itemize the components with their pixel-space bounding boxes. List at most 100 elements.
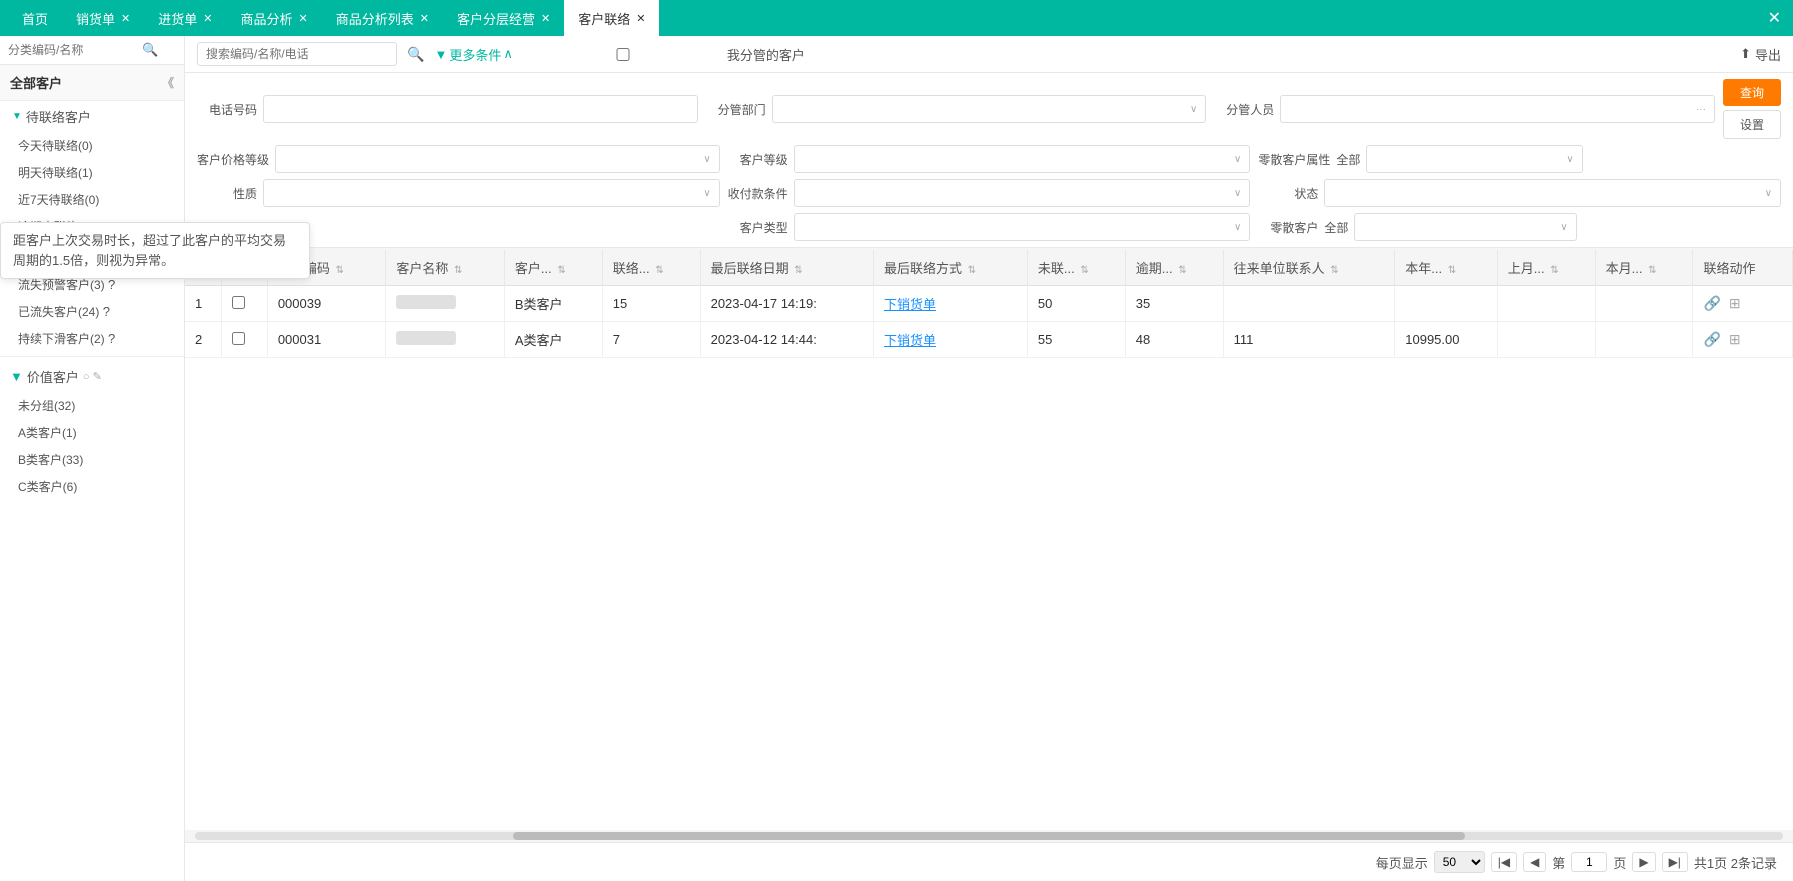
row2-checkbox[interactable] bbox=[221, 322, 267, 358]
sidebar-search-input[interactable] bbox=[8, 43, 138, 57]
all-customers-label: 全部客户 bbox=[10, 73, 62, 92]
row2-link-icon[interactable]: 🔗 bbox=[1703, 331, 1720, 348]
page-input[interactable] bbox=[1571, 852, 1607, 872]
my-customers-checkbox[interactable] bbox=[523, 48, 723, 61]
sidebar-search-icon[interactable]: 🔍 bbox=[142, 42, 158, 58]
customer-level-label: 客户等级 bbox=[728, 151, 788, 168]
sort-this-month[interactable]: ⇅ bbox=[1648, 265, 1656, 276]
search-button[interactable]: 🔍 bbox=[407, 46, 424, 63]
payment-select[interactable]: ∨ bbox=[794, 179, 1251, 207]
close-purchase-tab[interactable]: ✕ bbox=[203, 12, 212, 25]
phone-field: 电话号码 bbox=[197, 95, 698, 123]
sidebar-item-tomorrow[interactable]: 明天待联络(1) bbox=[0, 159, 184, 186]
export-button[interactable]: ⬆ 导出 bbox=[1740, 45, 1781, 64]
row1-select[interactable] bbox=[232, 296, 245, 309]
sidebar-item-a-class[interactable]: A类客户(1) bbox=[0, 419, 184, 446]
gender-select[interactable]: ∨ bbox=[263, 179, 720, 207]
col-uncontact: 未联... ⇅ bbox=[1027, 250, 1125, 286]
sidebar-divider bbox=[0, 356, 184, 357]
row2-select[interactable] bbox=[232, 332, 245, 345]
sidebar-item-b-class[interactable]: B类客户(33) bbox=[0, 446, 184, 473]
sort-code[interactable]: ⇅ bbox=[335, 265, 343, 276]
my-customers-checkbox-area[interactable]: 我分管的客户 bbox=[523, 45, 805, 64]
nav-tab-sales[interactable]: 销货单 ✕ bbox=[62, 0, 144, 36]
col-actions: 联络动作 bbox=[1693, 250, 1793, 286]
sort-name[interactable]: ⇅ bbox=[454, 265, 462, 276]
pending-contact-group[interactable]: ▼ 待联络客户 bbox=[0, 101, 184, 132]
row1-link-icon[interactable]: 🔗 bbox=[1703, 295, 1720, 312]
sort-contacts[interactable]: ⇅ bbox=[1330, 265, 1338, 276]
sidebar-item-7days[interactable]: 近7天待联络(0) bbox=[0, 186, 184, 213]
close-customer-contact-tab[interactable]: ✕ bbox=[636, 12, 645, 25]
row2-code: 000031 bbox=[267, 322, 386, 358]
sort-type[interactable]: ⇅ bbox=[557, 265, 565, 276]
close-all-tabs[interactable]: ✕ bbox=[1768, 8, 1781, 28]
sort-overdue[interactable]: ⇅ bbox=[1178, 265, 1186, 276]
last-page-btn[interactable]: ▶| bbox=[1662, 852, 1688, 872]
first-page-btn[interactable]: |◀ bbox=[1491, 852, 1517, 872]
customer-level-select[interactable]: ∨ bbox=[794, 145, 1251, 173]
row1-code: 000039 bbox=[267, 286, 386, 322]
sort-last-month[interactable]: ⇅ bbox=[1550, 265, 1558, 276]
nav-tab-customer-tier[interactable]: 客户分层经营 ✕ bbox=[443, 0, 564, 36]
row1-checkbox[interactable] bbox=[221, 286, 267, 322]
row2-grid-icon[interactable]: ⊞ bbox=[1729, 331, 1741, 348]
all-customers-title[interactable]: 全部客户 《 bbox=[0, 65, 184, 101]
search-input[interactable] bbox=[197, 42, 397, 66]
sort-year[interactable]: ⇅ bbox=[1448, 265, 1456, 276]
top-nav: 首页 销货单 ✕ 进货单 ✕ 商品分析 ✕ 商品分析列表 ✕ 客户分层经营 ✕ … bbox=[0, 0, 1793, 36]
sort-contact[interactable]: ⇅ bbox=[655, 265, 663, 276]
sort-date[interactable]: ⇅ bbox=[794, 265, 802, 276]
table-header-row: ⚙ 客户编码 ⇅ 客户名称 ⇅ 客户... ⇅ 联络... ⇅ 最后联络日期 ⇅… bbox=[185, 250, 1793, 286]
pagination-bar: 每页显示 50 20 100 |◀ ◀ 第 页 ▶ ▶| 共1页 2条记录 bbox=[185, 842, 1793, 881]
value-customers-section[interactable]: ▼ 价值客户 ○ ✎ bbox=[0, 361, 184, 392]
close-product-list-tab[interactable]: ✕ bbox=[420, 12, 429, 25]
retail-customer-select[interactable]: ∨ bbox=[1354, 213, 1576, 241]
nav-tab-purchase[interactable]: 进货单 ✕ bbox=[144, 0, 226, 36]
row2-method-link[interactable]: 下销货单 bbox=[884, 333, 936, 348]
sidebar-item-declining[interactable]: 持续下滑客户(2) ? bbox=[0, 325, 184, 352]
page-unit: 页 bbox=[1613, 853, 1626, 872]
sort-uncontact[interactable]: ⇅ bbox=[1080, 265, 1088, 276]
nav-tab-product-list[interactable]: 商品分析列表 ✕ bbox=[322, 0, 443, 36]
sidebar-item-today[interactable]: 今天待联络(0) bbox=[0, 132, 184, 159]
status-select[interactable]: ∨ bbox=[1324, 179, 1781, 207]
query-button[interactable]: 查询 bbox=[1723, 79, 1781, 106]
retail-attr-select[interactable]: ∨ bbox=[1366, 145, 1582, 173]
row2-overdue: 48 bbox=[1125, 322, 1223, 358]
row1-method-link[interactable]: 下销货单 bbox=[884, 297, 936, 312]
chevron-icon: ∧ bbox=[503, 46, 513, 62]
settings-button[interactable]: 设置 bbox=[1723, 110, 1781, 139]
col-last-month: 上月... ⇅ bbox=[1497, 250, 1595, 286]
nav-tab-product-analysis[interactable]: 商品分析 ✕ bbox=[226, 0, 321, 36]
manager-select[interactable]: ··· bbox=[1280, 95, 1715, 123]
next-page-btn[interactable]: ▶ bbox=[1632, 852, 1655, 872]
sidebar-item-c-class[interactable]: C类客户(6) bbox=[0, 473, 184, 500]
close-customer-tier-tab[interactable]: ✕ bbox=[541, 12, 550, 25]
gender-chevron: ∨ bbox=[703, 188, 710, 199]
sidebar-item-ungrouped[interactable]: 未分组(32) bbox=[0, 392, 184, 419]
row1-last-method[interactable]: 下销货单 bbox=[873, 286, 1027, 322]
per-page-select[interactable]: 50 20 100 bbox=[1434, 851, 1485, 873]
dept-select[interactable]: ∨ bbox=[772, 95, 1207, 123]
horizontal-scrollbar[interactable] bbox=[185, 830, 1793, 842]
col-last-contact-method: 最后联络方式 ⇅ bbox=[873, 250, 1027, 286]
nav-tab-home[interactable]: 首页 bbox=[8, 0, 62, 36]
row2-last-method[interactable]: 下销货单 bbox=[873, 322, 1027, 358]
payment-chevron: ∨ bbox=[1234, 188, 1241, 199]
customer-type-select[interactable]: ∨ bbox=[794, 213, 1251, 241]
more-filters-button[interactable]: ▼ 更多条件 ∧ bbox=[434, 45, 512, 64]
prev-page-btn[interactable]: ◀ bbox=[1523, 852, 1546, 872]
edit-icon[interactable]: ○ ✎ bbox=[83, 370, 102, 383]
nav-tab-customer-contact[interactable]: 客户联络 ✕ bbox=[564, 0, 659, 36]
close-sales-tab[interactable]: ✕ bbox=[121, 12, 130, 25]
scrollbar-thumb[interactable] bbox=[513, 832, 1466, 840]
price-level-select[interactable]: ∨ bbox=[275, 145, 720, 173]
phone-input[interactable] bbox=[263, 95, 698, 123]
arrow-icon: ▼ bbox=[12, 111, 22, 122]
sidebar-item-churned[interactable]: 已流失客户(24) ? bbox=[0, 298, 184, 325]
row1-grid-icon[interactable]: ⊞ bbox=[1729, 295, 1741, 312]
retail-customer-chevron: ∨ bbox=[1560, 222, 1567, 233]
close-product-analysis-tab[interactable]: ✕ bbox=[299, 12, 308, 25]
sort-method[interactable]: ⇅ bbox=[968, 265, 976, 276]
